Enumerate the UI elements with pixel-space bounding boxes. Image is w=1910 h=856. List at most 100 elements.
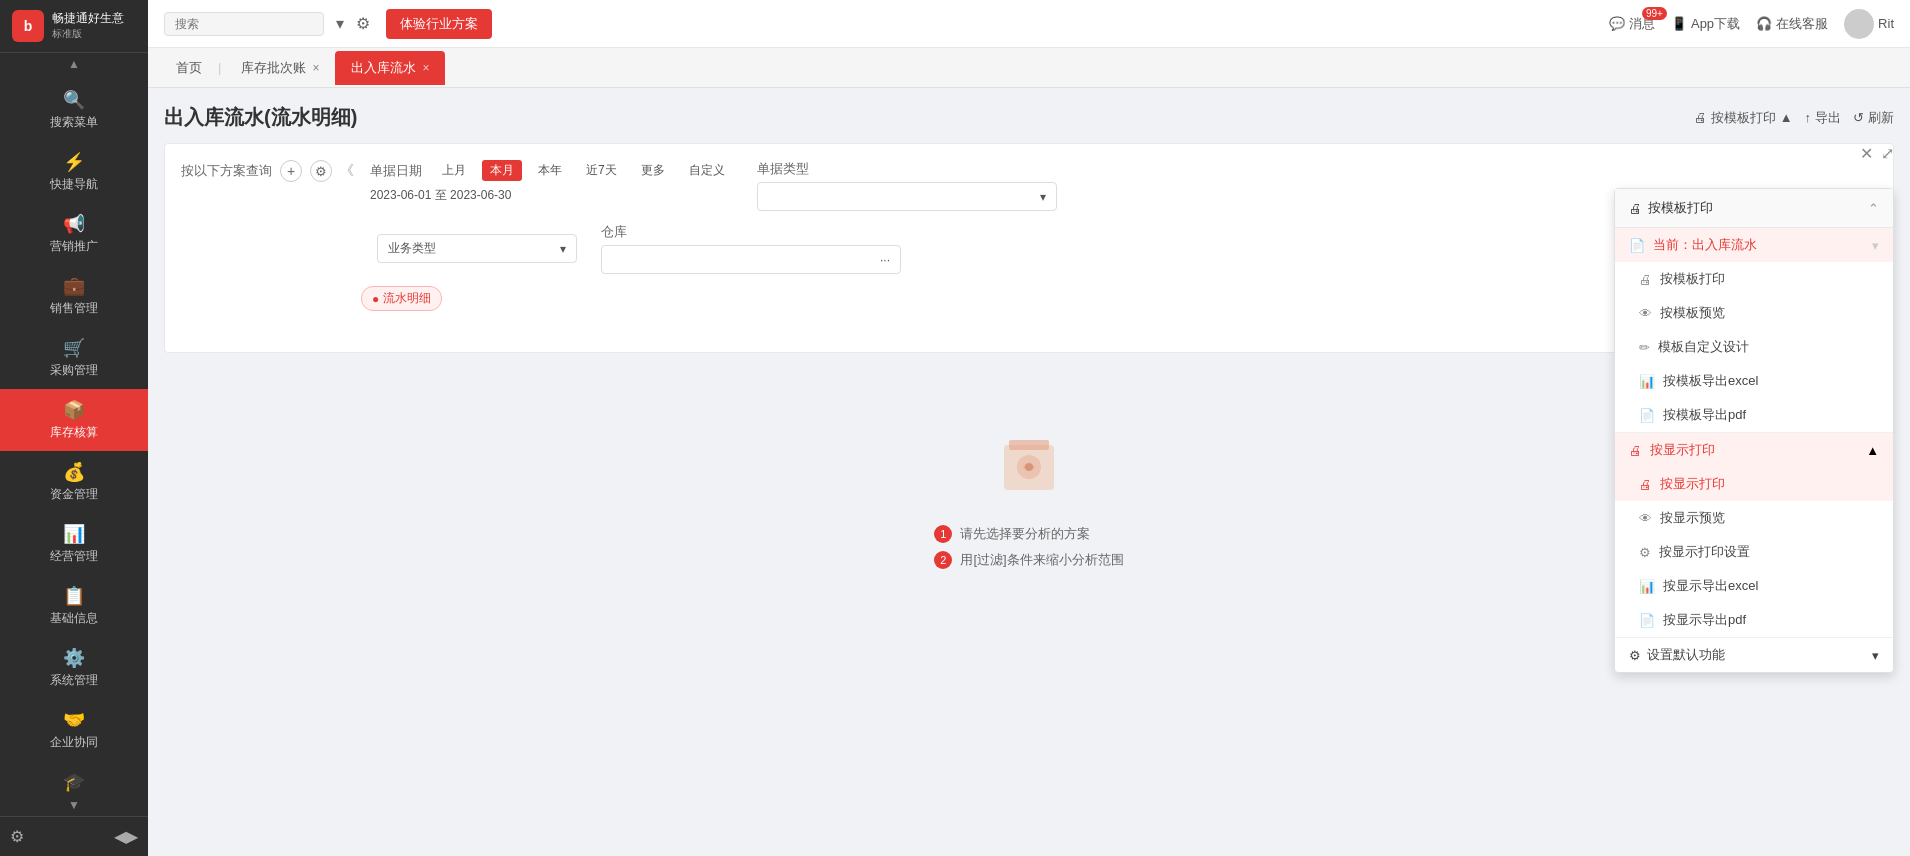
filter-settings-btn[interactable]: ⚙ — [310, 160, 332, 182]
messages-btn[interactable]: 💬 消息 99+ — [1609, 15, 1655, 33]
sidebar-scroll-down[interactable]: ▼ — [0, 794, 148, 816]
date-option-more[interactable]: 更多 — [633, 160, 673, 181]
sidebar-label-quick-nav: 快捷导航 — [50, 176, 98, 193]
filter-collapse-btn[interactable]: 《 — [340, 162, 354, 180]
business-type-select[interactable]: 业务类型 ▾ — [377, 234, 577, 263]
sidebar-item-operations[interactable]: 📊 经营管理 — [0, 513, 148, 575]
sidebar-scroll-up[interactable]: ▲ — [0, 53, 148, 75]
app-download-label: App下载 — [1691, 15, 1740, 33]
messages-badge: 99+ — [1642, 7, 1667, 20]
dropdown-display-settings[interactable]: ⚙ 按显示打印设置 — [1615, 535, 1893, 569]
solution-btn[interactable]: 体验行业方案 — [386, 9, 492, 39]
excel-icon-1: 📊 — [1639, 374, 1655, 389]
tab-flow[interactable]: 出入库流水 × — [335, 51, 445, 85]
topbar-dropdown-btn[interactable]: ▾ — [336, 14, 344, 33]
warehouse-select[interactable]: ··· — [601, 245, 901, 274]
printer-icon: 🖨 — [1694, 110, 1707, 125]
sidebar-item-cooperation[interactable]: 🤝 企业协同 — [0, 699, 148, 761]
dropdown-display-excel[interactable]: 📊 按显示导出excel — [1615, 569, 1893, 603]
business-type-field: 业务类型 ▾ — [377, 234, 577, 263]
dropdown-template-preview[interactable]: 👁 按模板预览 — [1615, 296, 1893, 330]
dropdown-display-print[interactable]: 🖨 按显示打印 — [1615, 467, 1893, 501]
display-section-header[interactable]: 🖨 按显示打印 ▲ — [1615, 433, 1893, 467]
date-option-custom[interactable]: 自定义 — [681, 160, 733, 181]
dropdown-expand-icon[interactable]: ⌃ — [1868, 201, 1879, 216]
window-expand-btn[interactable]: ⤢ — [1881, 144, 1894, 163]
dropdown-default-fn[interactable]: ⚙ 设置默认功能 ▾ — [1615, 637, 1893, 672]
print-icon-2: 🖨 — [1639, 477, 1652, 492]
dropdown-display-preview[interactable]: 👁 按显示预览 — [1615, 501, 1893, 535]
tab-batch-account-label: 库存批次账 — [241, 59, 306, 77]
sidebar-item-finance[interactable]: 💰 资金管理 — [0, 451, 148, 513]
settings-icon-2: ⚙ — [1639, 545, 1651, 560]
system-icon: ⚙️ — [63, 647, 85, 669]
sidebar-item-basic-info[interactable]: 📋 基础信息 — [0, 575, 148, 637]
sidebar-collapse-btn[interactable]: ◀▶ — [114, 827, 138, 846]
printer-header-icon: 🖨 — [1629, 201, 1642, 216]
dropdown-template-print[interactable]: 🖨 按模板打印 — [1615, 262, 1893, 296]
date-option-this-year[interactable]: 本年 — [530, 160, 570, 181]
sidebar-item-purchase[interactable]: 🛒 采购管理 — [0, 327, 148, 389]
sidebar-item-guide[interactable]: 🎓 新手引导 — [0, 761, 148, 794]
filter-label: 按以下方案查询 — [181, 162, 272, 180]
topbar-gear-icon[interactable]: ⚙ — [356, 14, 370, 33]
preview-icon-1: 👁 — [1639, 306, 1652, 321]
dropdown-template-export-excel[interactable]: 📊 按模板导出excel — [1615, 364, 1893, 398]
sidebar-item-system[interactable]: ⚙️ 系统管理 — [0, 637, 148, 699]
empty-step-2: 2 用[过滤]条件来缩小分析范围 — [934, 551, 1123, 569]
tab-batch-account-close[interactable]: × — [312, 61, 319, 75]
tabbar: 首页 | 库存批次账 × 出入库流水 × — [148, 48, 1910, 88]
logo-sub: 标准版 — [52, 27, 124, 41]
dropdown-display-pdf[interactable]: 📄 按显示导出pdf — [1615, 603, 1893, 637]
user-avatar-btn[interactable]: Rit — [1844, 9, 1894, 39]
sidebar-settings-btn[interactable]: ⚙ — [10, 827, 24, 846]
display-print-header-icon: 🖨 — [1629, 443, 1642, 458]
tab-home[interactable]: 首页 — [164, 51, 214, 85]
chevron-up-display: ▲ — [1866, 443, 1879, 458]
avatar — [1844, 9, 1874, 39]
app-download-btn[interactable]: 📱 App下载 — [1671, 15, 1740, 33]
date-filter-field: 单据日期 上月 本月 本年 近7天 更多 自定义 2023-06-01 至 20… — [370, 160, 733, 204]
sidebar-item-sales[interactable]: 💼 销售管理 — [0, 265, 148, 327]
export-btn[interactable]: ↑ 导出 — [1805, 109, 1842, 127]
chevron-up-icon: ▲ — [1780, 110, 1793, 125]
chevron-down-icon-2: ▾ — [560, 242, 566, 256]
pdf-icon-2: 📄 — [1639, 613, 1655, 628]
refresh-btn[interactable]: ↺ 刷新 — [1853, 109, 1894, 127]
sidebar-label-operations: 经营管理 — [50, 548, 98, 565]
date-option-7days[interactable]: 近7天 — [578, 160, 625, 181]
custom-icon: ✏ — [1639, 340, 1650, 355]
template-print-btn[interactable]: 🖨 按模板打印 ▲ — [1694, 109, 1793, 127]
purchase-icon: 🛒 — [63, 337, 85, 359]
logo-icon: b — [12, 10, 44, 42]
dropdown-display-section: 🖨 按显示打印 ▲ 🖨 按显示打印 👁 按显示预览 ⚙ 按显示打印设置 — [1615, 432, 1893, 637]
sidebar-item-inventory[interactable]: 📦 库存核算 — [0, 389, 148, 451]
sidebar-item-quick-nav[interactable]: ⚡ 快捷导航 — [0, 141, 148, 203]
dropdown-template-export-pdf[interactable]: 📄 按模板导出pdf — [1615, 398, 1893, 432]
dropdown-header: 🖨 按模板打印 ⌃ — [1615, 189, 1893, 228]
tab-batch-account[interactable]: 库存批次账 × — [225, 51, 335, 85]
sidebar-nav: 🔍 搜索菜单 ⚡ 快捷导航 📢 营销推广 💼 销售管理 🛒 采购管理 📦 库存核… — [0, 75, 148, 794]
page-actions: 🖨 按模板打印 ▲ ↑ 导出 ↺ 刷新 ✕ ⤢ — [1694, 109, 1894, 127]
filter-tag-flow[interactable]: ● 流水明细 — [361, 286, 442, 311]
tab-flow-label: 出入库流水 — [351, 59, 416, 77]
date-option-last-month[interactable]: 上月 — [434, 160, 474, 181]
empty-illustration — [989, 425, 1069, 505]
sidebar-item-marketing[interactable]: 📢 营销推广 — [0, 203, 148, 265]
warehouse-label: 仓库 — [601, 223, 901, 241]
empty-steps: 1 请先选择要分析的方案 2 用[过滤]条件来缩小分析范围 — [934, 521, 1123, 573]
tag-icon: ● — [372, 292, 379, 306]
sidebar-item-search[interactable]: 🔍 搜索菜单 — [0, 79, 148, 141]
online-service-btn[interactable]: 🎧 在线客服 — [1756, 15, 1828, 33]
dropdown-template-custom[interactable]: ✏ 模板自定义设计 — [1615, 330, 1893, 364]
date-option-this-month[interactable]: 本月 — [482, 160, 522, 181]
more-icon: ··· — [880, 253, 890, 267]
sales-icon: 💼 — [63, 275, 85, 297]
filter-add-btn[interactable]: + — [280, 160, 302, 182]
window-close-btn[interactable]: ✕ — [1860, 144, 1873, 163]
page-title: 出入库流水(流水明细) — [164, 104, 357, 131]
tab-flow-close[interactable]: × — [422, 61, 429, 75]
pdf-icon-1: 📄 — [1639, 408, 1655, 423]
topbar-search-input[interactable] — [164, 12, 324, 36]
bill-type-select[interactable]: ▾ — [757, 182, 1057, 211]
